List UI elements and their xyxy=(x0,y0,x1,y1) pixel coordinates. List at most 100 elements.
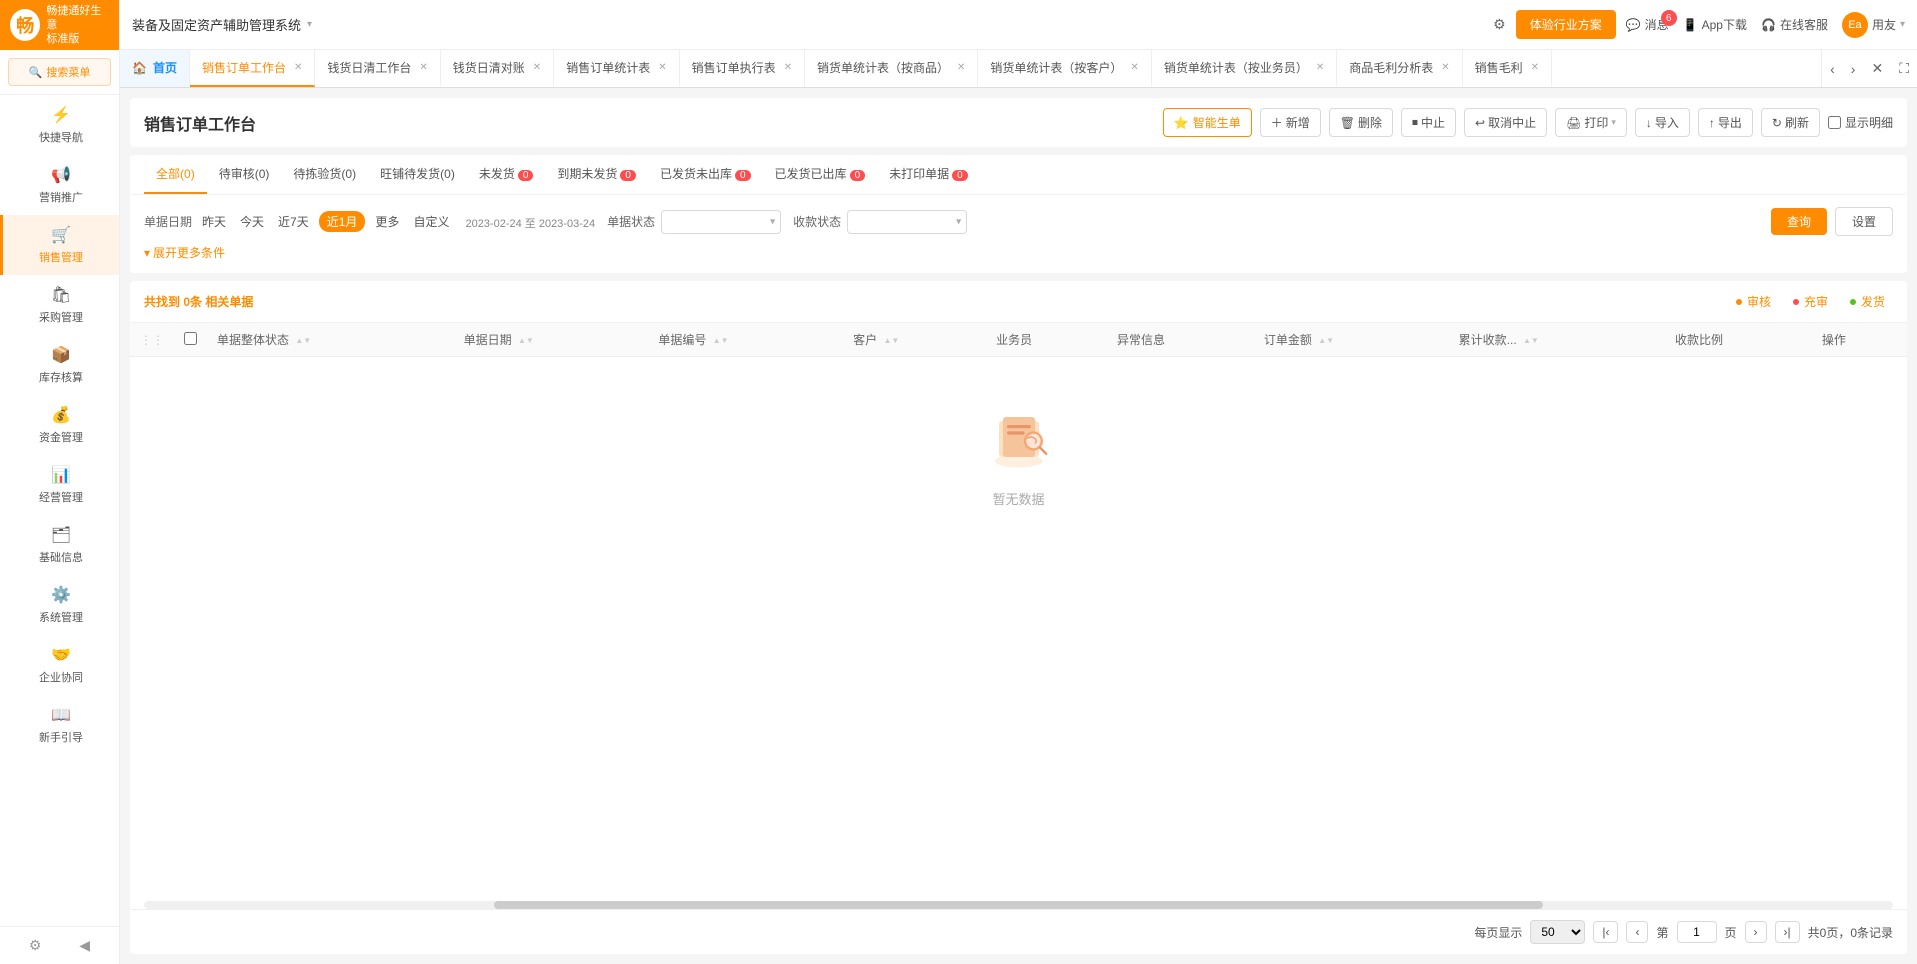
sidebar-item-purchase[interactable]: 🛍 采购管理 xyxy=(0,275,119,335)
print-button[interactable]: 🖨 打印 ▾ xyxy=(1555,108,1627,137)
tab-close-sales-margin[interactable]: ✕ xyxy=(1531,62,1539,73)
tab-sales-by-staff[interactable]: 销货单统计表（按业务员） ✕ xyxy=(1152,50,1337,87)
solution-button[interactable]: 体验行业方案 xyxy=(1516,10,1616,39)
export-button[interactable]: ↑ 导出 xyxy=(1698,108,1753,137)
tab-scroll-right[interactable]: › xyxy=(1843,50,1864,87)
filter-tab-pending-review[interactable]: 待审核(0) xyxy=(207,155,282,194)
stop-icon: ⏹ xyxy=(1412,115,1418,130)
audit-button[interactable]: 审核 xyxy=(1728,289,1779,314)
filter-tab-pending-pick[interactable]: 待拣验货(0) xyxy=(281,155,368,194)
topbar-dropdown-arrow[interactable]: ▾ xyxy=(307,19,312,30)
revoke-button[interactable]: 充审 xyxy=(1785,289,1836,314)
date-opt-7days[interactable]: 近7天 xyxy=(274,211,313,232)
tab-sales-by-product[interactable]: 销货单统计表（按商品） ✕ xyxy=(805,50,978,87)
tab-order-stats[interactable]: 销售订单统计表 ✕ xyxy=(554,50,679,87)
sidebar-item-guide[interactable]: 📖 新手引导 xyxy=(0,695,119,755)
sidebar-item-corp[interactable]: 🤝 企业协同 xyxy=(0,635,119,695)
sidebar-item-base[interactable]: 🗂 基础信息 xyxy=(0,515,119,575)
tab-close-sales-workbench[interactable]: ✕ xyxy=(294,62,302,73)
scrollbar-thumb[interactable] xyxy=(494,901,1543,909)
filter-tab-unshipped[interactable]: 未发货0 xyxy=(467,155,546,194)
sidebar-item-ops[interactable]: 📊 经营管理 xyxy=(0,455,119,515)
page-last-button[interactable]: ›| xyxy=(1775,921,1800,943)
tab-close-sales-by-customer[interactable]: ✕ xyxy=(1130,62,1138,73)
corp-icon: 🤝 xyxy=(51,645,71,665)
message-button[interactable]: 💬 消息 6 xyxy=(1626,16,1669,33)
sidebar-item-promo[interactable]: 📢 营销推广 xyxy=(0,155,119,215)
tab-reconciliation[interactable]: 钱货日清对账 ✕ xyxy=(441,50,554,87)
page-next-button[interactable]: › xyxy=(1745,921,1767,943)
horizontal-scrollbar[interactable] xyxy=(144,901,1893,909)
overdue-badge: 0 xyxy=(620,170,636,181)
logo-text: 畅捷通好生意 标准版 xyxy=(46,4,109,47)
date-opt-custom[interactable]: 自定义 xyxy=(409,211,453,232)
select-all-checkbox[interactable] xyxy=(184,332,197,345)
filter-tab-overdue-unshipped[interactable]: 到期未发货0 xyxy=(545,155,648,194)
page-size-select[interactable]: 50 20 100 xyxy=(1530,920,1585,944)
page-input[interactable] xyxy=(1677,921,1717,943)
table-scroll-container[interactable]: ⋮⋮ 单据整体状态 ▲▼ 单据日期 ▲▼ xyxy=(130,323,1907,901)
tab-sales-by-customer[interactable]: 销货单统计表（按客户） ✕ xyxy=(978,50,1151,87)
expand-conditions-button[interactable]: ▾ 展开更多条件 xyxy=(144,244,225,261)
delete-button[interactable]: 🗑 删除 xyxy=(1329,108,1393,137)
page-prev-button[interactable]: ‹ xyxy=(1626,921,1648,943)
cancel-stop-button[interactable]: ↩ 取消中止 xyxy=(1464,108,1547,137)
gear-icon[interactable]: ⚙ xyxy=(1493,16,1506,33)
tab-close-order-exec[interactable]: ✕ xyxy=(784,62,792,73)
tab-close-reconciliation[interactable]: ✕ xyxy=(533,62,541,73)
smart-create-button[interactable]: ⭐ 智能生单 xyxy=(1163,108,1252,137)
ship-button[interactable]: 发货 xyxy=(1842,289,1893,314)
user-dropdown-icon: ▾ xyxy=(1900,19,1905,30)
stop-button[interactable]: ⏹ 中止 xyxy=(1401,108,1456,137)
tab-close-gross-profit[interactable]: ✕ xyxy=(1441,62,1449,73)
set-button[interactable]: 设置 xyxy=(1835,207,1893,236)
user-menu[interactable]: Ea 用友 ▾ xyxy=(1842,12,1905,38)
sidebar-item-inventory[interactable]: 📦 库存核算 xyxy=(0,335,119,395)
sidebar-item-system[interactable]: ⚙️ 系统管理 xyxy=(0,575,119,635)
page-first-button[interactable]: |‹ xyxy=(1593,921,1618,943)
refresh-button[interactable]: ↻ 刷新 xyxy=(1761,108,1820,137)
date-opt-yesterday[interactable]: 昨天 xyxy=(198,211,230,232)
tab-sales-margin[interactable]: 销售毛利 ✕ xyxy=(1463,50,1552,87)
filter-tab-unprinted[interactable]: 未打印单据0 xyxy=(877,155,980,194)
tab-home[interactable]: 🏠 首页 xyxy=(120,50,190,87)
filter-tab-shipped-out[interactable]: 已发货已出库0 xyxy=(763,155,878,194)
search-menu-button[interactable]: 🔍 搜索菜单 xyxy=(8,58,111,86)
show-detail-checkbox[interactable] xyxy=(1828,116,1841,129)
query-button[interactable]: 查询 xyxy=(1771,208,1827,235)
filter-area: 单据日期 昨天 今天 近7天 近1月 更多 自定义 2023-02-24 至 2… xyxy=(130,195,1907,273)
status-select[interactable] xyxy=(661,210,781,234)
collapse-icon[interactable]: ◀ xyxy=(79,937,90,954)
tab-close-all[interactable]: ✕ xyxy=(1863,50,1891,87)
tab-fullscreen[interactable]: ⛶ xyxy=(1891,50,1917,87)
online-service-button[interactable]: 🎧 在线客服 xyxy=(1761,16,1828,33)
payment-select[interactable] xyxy=(847,210,967,234)
tab-sales-workbench[interactable]: 销售订单工作台 ✕ xyxy=(190,50,315,87)
query-buttons: 查询 设置 xyxy=(1771,207,1893,236)
date-opt-more[interactable]: 更多 xyxy=(371,211,403,232)
page-content: 销售订单工作台 ⭐ 智能生单 ＋ 新增 🗑 删除 ⏹ 中止 xyxy=(120,88,1917,964)
tab-order-exec[interactable]: 销售订单执行表 ✕ xyxy=(680,50,805,87)
sidebar-item-finance[interactable]: 💰 资金管理 xyxy=(0,395,119,455)
sidebar-item-sales[interactable]: 🛒 销售管理 xyxy=(0,215,119,275)
date-opt-today[interactable]: 今天 xyxy=(236,211,268,232)
delete-icon: 🗑 xyxy=(1340,116,1355,130)
plus-icon: ＋ xyxy=(1271,114,1283,131)
filter-tab-all[interactable]: 全部(0) xyxy=(144,155,207,194)
date-opt-1month[interactable]: 近1月 xyxy=(319,211,366,232)
tab-scroll-left[interactable]: ‹ xyxy=(1822,50,1843,87)
tab-close-daily-clear[interactable]: ✕ xyxy=(419,62,427,73)
tab-close-order-stats[interactable]: ✕ xyxy=(658,62,666,73)
app-download-button[interactable]: 📱 App下载 xyxy=(1683,16,1747,33)
filter-tab-shipped-not-out[interactable]: 已发货未出库0 xyxy=(648,155,763,194)
filter-tab-wangpu-ship[interactable]: 旺铺待发货(0) xyxy=(368,155,467,194)
tab-daily-clear[interactable]: 钱货日清工作台 ✕ xyxy=(315,50,440,87)
tab-close-sales-by-staff[interactable]: ✕ xyxy=(1316,62,1324,73)
settings-icon[interactable]: ⚙ xyxy=(29,937,42,954)
sidebar-item-quicknav[interactable]: ⚡ 快捷导航 xyxy=(0,95,119,155)
add-button[interactable]: ＋ 新增 xyxy=(1260,108,1321,137)
tab-close-sales-by-product[interactable]: ✕ xyxy=(957,62,965,73)
import-button[interactable]: ↓ 导入 xyxy=(1635,108,1690,137)
col-date: 单据日期 ▲▼ xyxy=(454,323,649,357)
tab-gross-profit[interactable]: 商品毛利分析表 ✕ xyxy=(1337,50,1462,87)
